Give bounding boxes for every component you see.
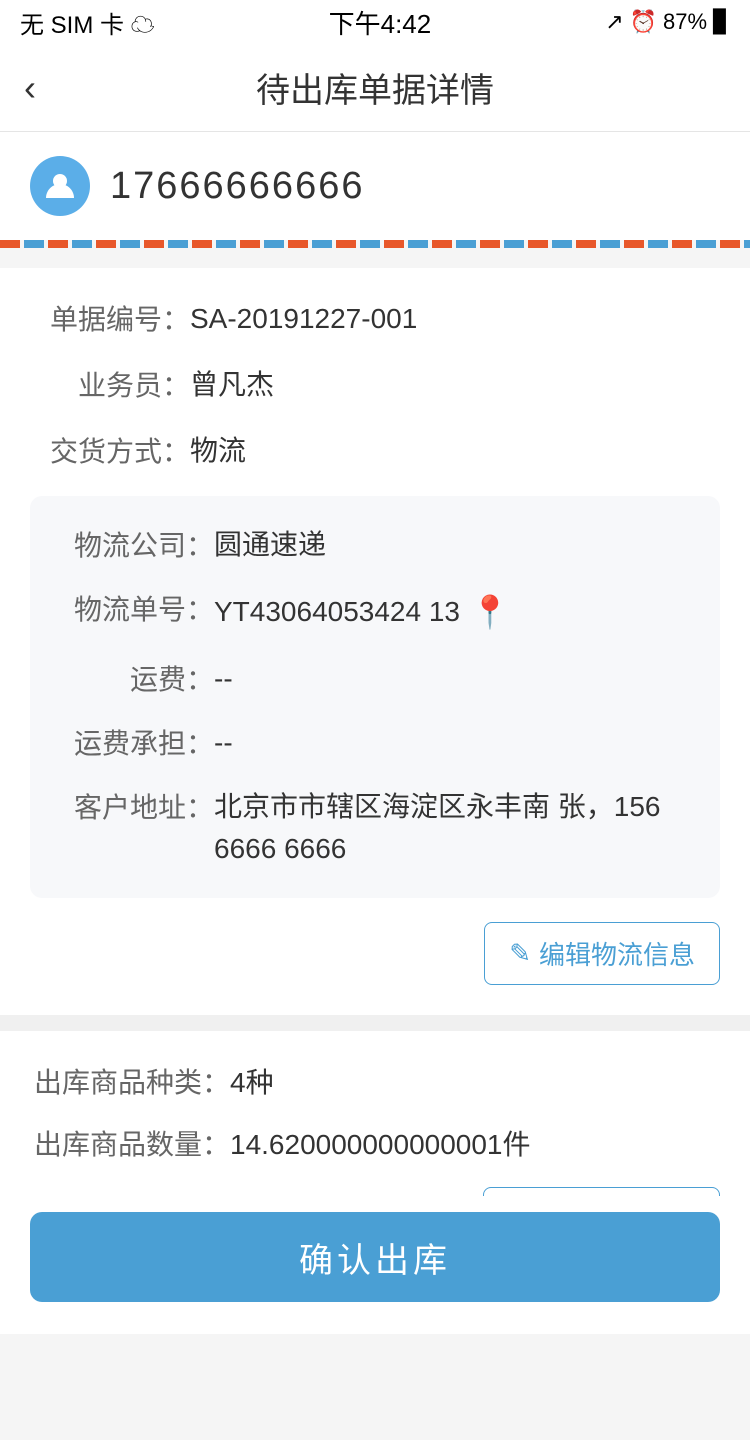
order-id-row: 单据编号： SA-20191227-001 (30, 298, 720, 340)
freight-value: -- (214, 658, 696, 700)
delivery-row: 交货方式： 物流 (30, 430, 720, 472)
order-id-label: 单据编号： (30, 298, 190, 338)
freight-label: 运费： (54, 658, 214, 698)
tracking-location-icon[interactable]: 📍 (470, 588, 510, 636)
logistics-tracking-row: 物流单号： YT43064053424 13 📍 (54, 588, 696, 636)
logistics-company-label: 物流公司： (54, 524, 214, 564)
freight-bear-row: 运费承担： -- (54, 722, 696, 764)
order-id-value: SA-20191227-001 (190, 298, 720, 340)
edit-btn-label: 编辑物流信息 (539, 935, 695, 972)
goods-type-value: 4种 (230, 1061, 720, 1101)
page-title: 待出库单据详情 (256, 63, 494, 112)
order-info-section: 单据编号： SA-20191227-001 业务员： 曾凡杰 交货方式： 物流 … (0, 268, 750, 1015)
delivery-value: 物流 (190, 430, 720, 472)
status-right: ↗ ⏰ 87% ▊ (605, 9, 730, 35)
location-indicator: ↗ (605, 9, 623, 35)
goods-quantity-row: 出库商品数量： 14.620000000000001件 (30, 1123, 720, 1163)
customer-phone: 17666666666 (110, 165, 364, 208)
address-label: 客户地址： (54, 786, 214, 826)
freight-row: 运费： -- (54, 658, 696, 700)
address-row: 客户地址： 北京市市辖区海淀区永丰南 张，156 6666 6666 (54, 786, 696, 870)
edit-logistics-button[interactable]: ✎ 编辑物流信息 (484, 922, 720, 985)
staff-label: 业务员： (30, 364, 190, 404)
staff-value: 曾凡杰 (190, 364, 720, 406)
freight-bear-label: 运费承担： (54, 722, 214, 762)
nav-bar: ‹ 待出库单据详情 (0, 44, 750, 132)
logistics-company-row: 物流公司： 圆通速递 (54, 524, 696, 566)
sim-status: 无 SIM 卡 ☁ (20, 5, 155, 40)
goods-quantity-value: 14.620000000000001件 (230, 1123, 720, 1163)
battery-icon: ▊ (713, 9, 730, 35)
alarm-icon: ⏰ (630, 9, 657, 35)
dashed-divider (0, 240, 750, 248)
customer-header: 17666666666 (0, 132, 750, 240)
logistics-tracking-value: YT43064053424 13 📍 (214, 588, 696, 636)
address-value: 北京市市辖区海淀区永丰南 张，156 6666 6666 (214, 786, 696, 870)
goods-type-row: 出库商品种类： 4种 (30, 1061, 720, 1101)
goods-quantity-label: 出库商品数量： (30, 1123, 230, 1163)
status-time: 下午4:42 (329, 4, 432, 41)
goods-type-label: 出库商品种类： (30, 1061, 230, 1101)
avatar (30, 156, 90, 216)
battery-level: 87% (663, 9, 707, 35)
staff-row: 业务员： 曾凡杰 (30, 364, 720, 406)
back-button[interactable]: ‹ (24, 67, 36, 109)
logistics-box: 物流公司： 圆通速递 物流单号： YT43064053424 13 📍 运费： … (30, 496, 720, 898)
freight-bear-value: -- (214, 722, 696, 764)
status-bar: 无 SIM 卡 ☁ 下午4:42 ↗ ⏰ 87% ▊ (0, 0, 750, 44)
confirm-outbound-button[interactable]: 确认出库 (30, 1212, 720, 1302)
logistics-tracking-label: 物流单号： (54, 588, 214, 628)
section-divider (0, 1015, 750, 1031)
delivery-label: 交货方式： (30, 430, 190, 470)
logistics-company-value: 圆通速递 (214, 524, 696, 566)
status-left: 无 SIM 卡 ☁ (20, 5, 155, 40)
edit-icon: ✎ (509, 938, 531, 969)
edit-btn-row: ✎ 编辑物流信息 (30, 922, 720, 985)
confirm-btn-wrapper: 确认出库 (0, 1196, 750, 1334)
